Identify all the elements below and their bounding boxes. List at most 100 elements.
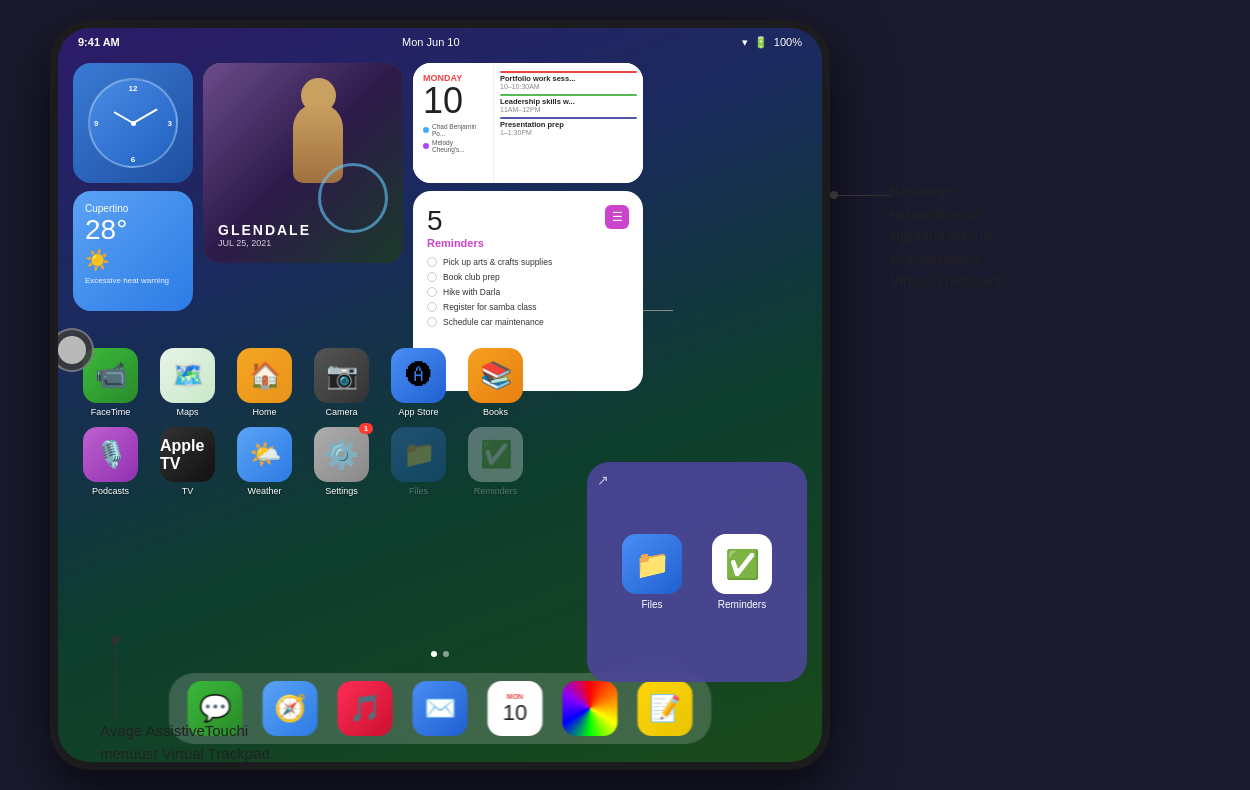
- dock-photos[interactable]: [558, 681, 623, 736]
- podcasts-label: Podcasts: [92, 486, 129, 496]
- folder-overlay[interactable]: ↗ 📁 Files ✅ Reminders: [587, 462, 807, 682]
- app-row-1: 📹 FaceTime 🗺️ Maps 🏠 Home 📷 Camera 🅐: [73, 343, 807, 422]
- attendee-1: Chad Benjamin Po...: [432, 123, 483, 137]
- assistive-touch-inner: [58, 336, 86, 364]
- maps-label: Maps: [176, 407, 198, 417]
- music-widget[interactable]: GLENDALE JUL 25, 2021: [203, 63, 403, 263]
- clock-widget[interactable]: 12 3 6 9: [73, 63, 193, 183]
- reminder-text-3: Hike with Darla: [443, 287, 500, 297]
- clock-center: [131, 121, 136, 126]
- weather-widget[interactable]: Cupertino 28° ☀️ Excessive heat warning: [73, 191, 193, 311]
- cal-event-2: Leadership skills w... 11AM–12PM: [500, 94, 637, 113]
- reminder-circle-4: [427, 302, 437, 312]
- app-appstore[interactable]: 🅐 App Store: [386, 348, 451, 417]
- reminder-circle-2: [427, 272, 437, 282]
- app-books[interactable]: 📚 Books: [463, 348, 528, 417]
- battery-percent: 100%: [774, 36, 802, 48]
- calendar-widget[interactable]: MONDAY 10 Chad Benjamin Po... Melody Che…: [413, 63, 643, 183]
- dock-mail[interactable]: ✉️: [408, 681, 473, 736]
- cal-event-time-3: 1–1:30PM: [500, 129, 637, 136]
- app-maps[interactable]: 🗺️ Maps: [155, 348, 220, 417]
- dock-notes[interactable]: 📝: [633, 681, 698, 736]
- app-camera[interactable]: 📷 Camera: [309, 348, 374, 417]
- reminder-text-2: Book club prep: [443, 272, 500, 282]
- app-weather[interactable]: 🌤️ Weather: [232, 427, 297, 496]
- cal-event-bar-2: [500, 94, 637, 96]
- books-label: Books: [483, 407, 508, 417]
- reminder-circle-3: [427, 287, 437, 297]
- reminder-item-1: Pick up arts & crafts supplies: [427, 257, 629, 267]
- folder-files-icon: 📁: [622, 534, 682, 594]
- ipad-frame: 9:41 AM Mon Jun 10 ▾ 🔋 100% 12 3 6 9: [50, 20, 830, 770]
- cal-event-title-1: Portfolio work sess...: [500, 74, 637, 83]
- music-city: GLENDALE: [218, 222, 311, 238]
- ipad-screen: 9:41 AM Mon Jun 10 ▾ 🔋 100% 12 3 6 9: [58, 28, 822, 762]
- files-placeholder-icon: 📁: [391, 427, 446, 482]
- reminder-item-2: Book club prep: [427, 272, 629, 282]
- music-icon: 🎵: [338, 681, 393, 736]
- folder-apps-row: 📁 Files ✅ Reminders: [622, 534, 772, 610]
- settings-label: Settings: [325, 486, 358, 496]
- weather-description: Excessive heat warning: [85, 276, 181, 286]
- annotation-right-dot: [830, 191, 838, 199]
- app-podcasts[interactable]: 🎙️ Podcasts: [78, 427, 143, 496]
- reminders-app-placeholder-icon: ✅: [468, 427, 523, 482]
- widgets-area: 12 3 6 9 Cupertino 28° ☀️ Excessive heat…: [73, 63, 807, 333]
- reminders-pointer: [643, 310, 673, 311]
- folder-reminders-label: Reminders: [718, 599, 766, 610]
- app-home[interactable]: 🏠 Home: [232, 348, 297, 417]
- annotation-bottom-line: [115, 640, 116, 720]
- reminder-item-5: Schedule car maintenance: [427, 317, 629, 327]
- mail-icon: ✉️: [413, 681, 468, 736]
- calendar-left: MONDAY 10 Chad Benjamin Po... Melody Che…: [413, 63, 493, 183]
- wifi-icon: ▾: [742, 36, 748, 49]
- page-dot-2: [443, 651, 449, 657]
- folder-resize-icon: ↗: [597, 472, 609, 488]
- dock-music[interactable]: 🎵: [333, 681, 398, 736]
- reminders-count: 5: [427, 205, 629, 237]
- folder-app-files[interactable]: 📁 Files: [622, 534, 682, 610]
- reminder-circle-5: [427, 317, 437, 327]
- calendar-right: Portfolio work sess... 10–10:30AM Leader…: [493, 63, 643, 183]
- battery-icon: 🔋: [754, 36, 768, 49]
- clock-face: 12 3 6 9: [88, 78, 178, 168]
- camera-icon: 📷: [314, 348, 369, 403]
- cal-event-time-1: 10–10:30AM: [500, 83, 637, 90]
- attendee-2: Melody Cheung's...: [432, 139, 483, 153]
- reminder-text-5: Schedule car maintenance: [443, 317, 544, 327]
- dock-calendar-day: 10: [503, 702, 527, 724]
- weather-icon: ☀️: [85, 248, 181, 272]
- cal-event-bar-3: [500, 117, 637, 119]
- reminders-app-placeholder-label: Reminders: [474, 486, 518, 496]
- annotation-right-line: [830, 195, 890, 196]
- settings-icon: ⚙️ 1: [314, 427, 369, 482]
- appstore-label: App Store: [398, 407, 438, 417]
- clock-minute-hand: [133, 108, 158, 123]
- appstore-icon: 🅐: [391, 348, 446, 403]
- books-icon: 📚: [468, 348, 523, 403]
- cal-event-1: Portfolio work sess... 10–10:30AM: [500, 71, 637, 90]
- annotation-bottom-dot: [111, 636, 119, 644]
- status-date: Mon Jun 10: [402, 36, 459, 48]
- reminder-item-3: Hike with Darla: [427, 287, 629, 297]
- app-reminders-placeholder: ✅ Reminders: [463, 427, 528, 496]
- folder-app-reminders[interactable]: ✅ Reminders: [712, 534, 772, 610]
- home-icon: 🏠: [237, 348, 292, 403]
- attendee-dot-1: [423, 127, 429, 133]
- cal-event-title-2: Leadership skills w...: [500, 97, 637, 106]
- attendee-dot-2: [423, 143, 429, 149]
- maps-icon: 🗺️: [160, 348, 215, 403]
- photos-icon: [563, 681, 618, 736]
- dock-calendar[interactable]: MON 10: [483, 681, 548, 736]
- reminders-title: Reminders: [427, 237, 629, 249]
- cal-event-title-3: Presentation prep: [500, 120, 637, 129]
- tv-icon: Apple TV: [160, 427, 215, 482]
- status-icons: ▾ 🔋 100%: [742, 36, 802, 49]
- notes-icon: 📝: [638, 681, 693, 736]
- annotation-bottom-text: Avage AssistiveTouchi menüüst Virtual Tr…: [100, 720, 274, 765]
- page-dot-1: [431, 651, 437, 657]
- app-tv[interactable]: Apple TV TV: [155, 427, 220, 496]
- camera-label: Camera: [325, 407, 357, 417]
- podcasts-icon: 🎙️: [83, 427, 138, 482]
- app-settings[interactable]: ⚙️ 1 Settings: [309, 427, 374, 496]
